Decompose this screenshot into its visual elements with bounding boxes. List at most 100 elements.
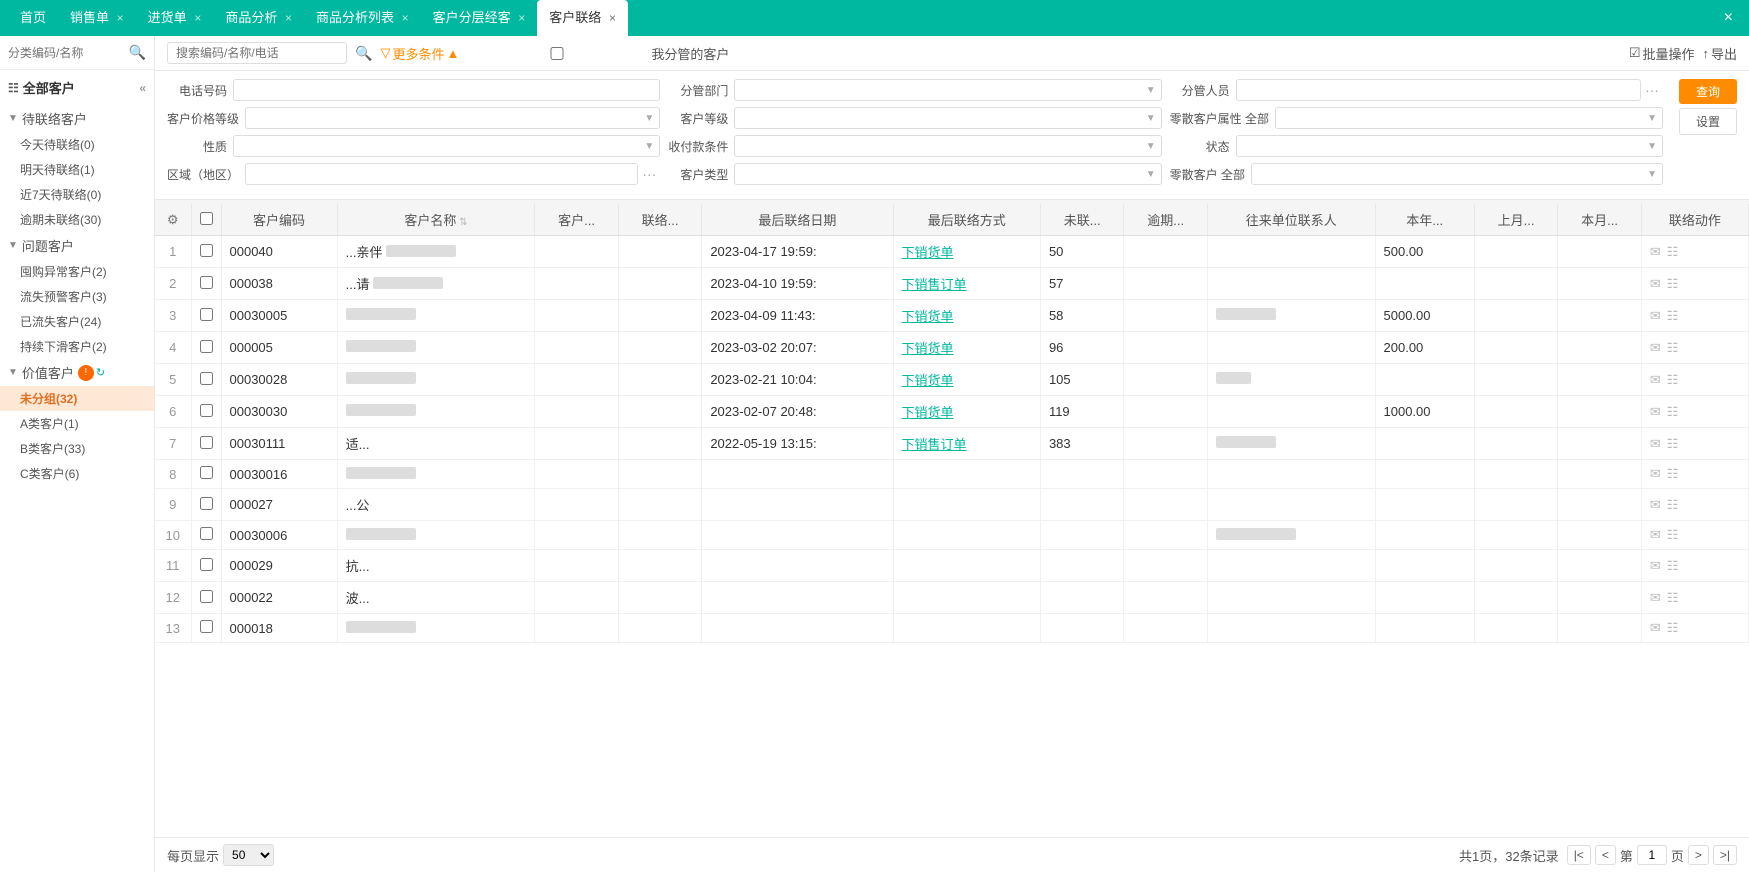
- action-more-icon[interactable]: ☷: [1667, 527, 1679, 543]
- row-checkbox[interactable]: [200, 497, 213, 510]
- action-chat-icon[interactable]: ✉: [1650, 497, 1661, 513]
- page-last-button[interactable]: >|: [1713, 845, 1737, 865]
- row-checkbox[interactable]: [200, 436, 213, 449]
- sidebar-group-value[interactable]: ▼ 价值客户 ! ↻: [0, 359, 154, 386]
- close-tab-analysis-icon[interactable]: ×: [285, 11, 292, 25]
- action-chat-icon[interactable]: ✉: [1650, 372, 1661, 388]
- last-method-link[interactable]: 下销货单: [902, 309, 954, 324]
- sidebar-item-class-c[interactable]: C类客户(6): [0, 461, 154, 486]
- page-number-input[interactable]: [1637, 845, 1667, 865]
- close-tab-customer-layer-icon[interactable]: ×: [518, 11, 525, 25]
- nav-home[interactable]: 首页: [8, 0, 58, 36]
- field-customer-type-select[interactable]: [734, 163, 1161, 185]
- sidebar-search-icon[interactable]: 🔍: [129, 44, 146, 61]
- action-chat-icon[interactable]: ✉: [1650, 558, 1661, 574]
- last-method-link[interactable]: 下销货单: [902, 245, 954, 260]
- page-prev-button[interactable]: <: [1595, 845, 1616, 865]
- nav-tab-purchase[interactable]: 进货单 ×: [136, 0, 214, 36]
- row-checkbox[interactable]: [200, 372, 213, 385]
- action-more-icon[interactable]: ☷: [1667, 466, 1679, 482]
- row-checkbox[interactable]: [200, 308, 213, 321]
- action-chat-icon[interactable]: ✉: [1650, 620, 1661, 636]
- action-more-icon[interactable]: ☷: [1667, 276, 1679, 292]
- action-more-icon[interactable]: ☷: [1667, 404, 1679, 420]
- th-settings[interactable]: ⚙: [155, 204, 191, 236]
- export-button[interactable]: ↑ 导出: [1702, 44, 1737, 63]
- last-method-link[interactable]: 下销货单: [902, 373, 954, 388]
- row-checkbox[interactable]: [200, 276, 213, 289]
- search-button[interactable]: 🔍: [355, 45, 372, 62]
- sidebar-item-declining[interactable]: 持续下滑客户(2): [0, 334, 154, 359]
- window-close-icon[interactable]: ×: [1716, 9, 1741, 27]
- action-chat-icon[interactable]: ✉: [1650, 436, 1661, 452]
- nav-tab-customer-contact[interactable]: 客户联络 ×: [537, 0, 628, 36]
- action-chat-icon[interactable]: ✉: [1650, 340, 1661, 356]
- batch-op-button[interactable]: ☑ 批量操作: [1629, 44, 1695, 63]
- my-customers-checkbox[interactable]: [467, 47, 647, 60]
- select-all-checkbox[interactable]: [200, 212, 213, 225]
- field-manager-dots-icon[interactable]: ···: [1641, 82, 1663, 98]
- field-scatter-attr-select[interactable]: [1275, 107, 1663, 129]
- action-more-icon[interactable]: ☷: [1667, 308, 1679, 324]
- row-checkbox[interactable]: [200, 620, 213, 633]
- th-checkbox[interactable]: [191, 204, 221, 236]
- field-region-dots-icon[interactable]: ···: [638, 166, 660, 182]
- close-tab-purchase-icon[interactable]: ×: [194, 11, 201, 25]
- action-chat-icon[interactable]: ✉: [1650, 404, 1661, 420]
- action-chat-icon[interactable]: ✉: [1650, 244, 1661, 260]
- last-method-link[interactable]: 下销售订单: [902, 437, 967, 452]
- action-more-icon[interactable]: ☷: [1667, 244, 1679, 260]
- search-input[interactable]: [167, 42, 347, 64]
- sidebar-group-problem[interactable]: ▼ 问题客户: [0, 232, 154, 259]
- row-checkbox[interactable]: [200, 527, 213, 540]
- action-chat-icon[interactable]: ✉: [1650, 276, 1661, 292]
- per-page-select[interactable]: 50 100 200: [223, 844, 274, 866]
- close-tab-analysis-list-icon[interactable]: ×: [402, 11, 409, 25]
- sidebar-item-overdue[interactable]: 逾期未联络(30): [0, 207, 154, 232]
- field-status-select[interactable]: [1236, 135, 1663, 157]
- sidebar-item-churn-warning[interactable]: 流失预警客户(3): [0, 284, 154, 309]
- sidebar-item-class-a[interactable]: A类客户(1): [0, 411, 154, 436]
- last-method-link[interactable]: 下销货单: [902, 405, 954, 420]
- row-checkbox[interactable]: [200, 590, 213, 603]
- action-more-icon[interactable]: ☷: [1667, 372, 1679, 388]
- more-conditions-button[interactable]: ▽ 更多条件 ▲: [380, 44, 459, 63]
- sidebar-search-input[interactable]: [8, 46, 129, 60]
- page-first-button[interactable]: |<: [1567, 845, 1591, 865]
- last-method-link[interactable]: 下销货单: [902, 341, 954, 356]
- nav-tab-sales[interactable]: 销售单 ×: [58, 0, 136, 36]
- row-checkbox[interactable]: [200, 558, 213, 571]
- refresh-icon[interactable]: ↻: [96, 366, 105, 379]
- field-region-input[interactable]: [245, 163, 638, 185]
- action-chat-icon[interactable]: ✉: [1650, 527, 1661, 543]
- sidebar-item-tomorrow[interactable]: 明天待联络(1): [0, 157, 154, 182]
- action-more-icon[interactable]: ☷: [1667, 558, 1679, 574]
- field-manager-input[interactable]: [1236, 79, 1641, 101]
- nav-tab-analysis[interactable]: 商品分析 ×: [213, 0, 304, 36]
- action-chat-icon[interactable]: ✉: [1650, 466, 1661, 482]
- field-nature-select[interactable]: [233, 135, 660, 157]
- query-button[interactable]: 查询: [1679, 79, 1737, 104]
- field-customer-level-select[interactable]: [734, 107, 1161, 129]
- sidebar-item-abnormal[interactable]: 囤购异常客户(2): [0, 259, 154, 284]
- row-checkbox[interactable]: [200, 404, 213, 417]
- action-chat-icon[interactable]: ✉: [1650, 308, 1661, 324]
- field-scatter-customer-select[interactable]: [1251, 163, 1663, 185]
- action-more-icon[interactable]: ☷: [1667, 436, 1679, 452]
- sidebar-item-unclassified[interactable]: 未分组(32): [0, 386, 154, 411]
- page-next-button[interactable]: >: [1688, 845, 1709, 865]
- close-tab-customer-contact-icon[interactable]: ×: [609, 11, 616, 25]
- sidebar-group-pending[interactable]: ▼ 待联络客户: [0, 105, 154, 132]
- field-dept-select[interactable]: [734, 79, 1161, 101]
- field-payment-select[interactable]: [734, 135, 1161, 157]
- sidebar-item-churned[interactable]: 已流失客户(24): [0, 309, 154, 334]
- field-price-level-select[interactable]: [245, 107, 660, 129]
- sidebar-all-customers[interactable]: ☷ 全部客户 «: [0, 70, 154, 105]
- action-more-icon[interactable]: ☷: [1667, 590, 1679, 606]
- sidebar-item-class-b[interactable]: B类客户(33): [0, 436, 154, 461]
- row-checkbox[interactable]: [200, 466, 213, 479]
- action-more-icon[interactable]: ☷: [1667, 497, 1679, 513]
- field-phone-input[interactable]: [233, 79, 660, 101]
- action-more-icon[interactable]: ☷: [1667, 620, 1679, 636]
- last-method-link[interactable]: 下销售订单: [902, 277, 967, 292]
